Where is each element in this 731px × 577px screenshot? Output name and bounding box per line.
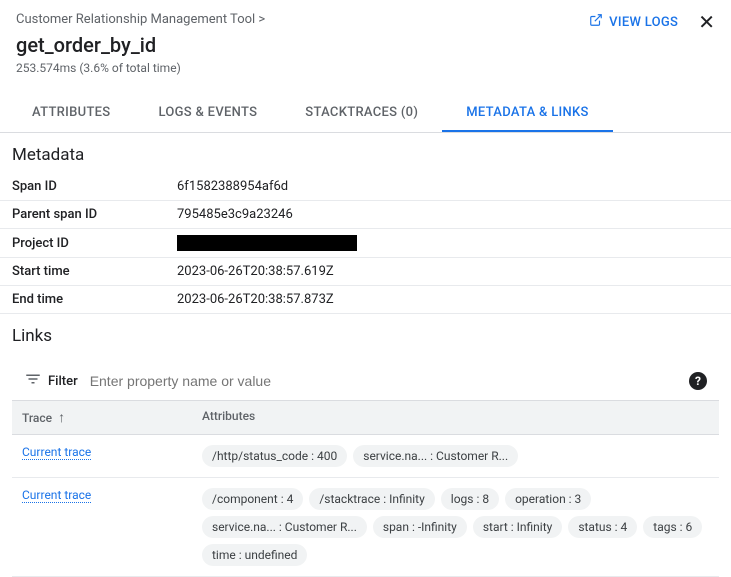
attribute-chip[interactable]: status : 4	[568, 516, 637, 538]
end-time-value: 2023-06-26T20:38:57.873Z	[165, 286, 731, 314]
attribute-chip[interactable]: service.na... : Customer R...	[353, 445, 518, 467]
links-table-header: Trace ↑ Attributes	[12, 401, 719, 435]
tab-stacktraces[interactable]: STACKTRACES (0)	[281, 95, 442, 132]
attribute-chip[interactable]: /stacktrace : Infinity	[309, 488, 434, 510]
help-icon[interactable]: ?	[689, 372, 707, 390]
links-heading: Links	[0, 314, 731, 354]
tabs: ATTRIBUTES LOGS & EVENTS STACKTRACES (0)…	[0, 95, 731, 133]
attribute-chip[interactable]: operation : 3	[505, 488, 591, 510]
table-row: Current trace/component : 4/stacktrace :…	[12, 478, 719, 577]
attributes-cell: /component : 4/stacktrace : Infinity logs…	[192, 488, 719, 566]
close-button[interactable]: ✕	[698, 12, 715, 32]
metadata-heading: Metadata	[0, 133, 731, 173]
table-row: End time 2023-06-26T20:38:57.873Z	[0, 286, 731, 314]
project-id-label: Project ID	[0, 229, 165, 258]
attribute-chip[interactable]: /http/status_code : 400	[202, 445, 347, 467]
table-row: Parent span ID 795485e3c9a23246	[0, 201, 731, 229]
table-row: Project ID	[0, 229, 731, 258]
table-row: Start time 2023-06-26T20:38:57.619Z	[0, 258, 731, 286]
close-icon: ✕	[698, 10, 715, 34]
attribute-chip[interactable]: time : undefined	[202, 544, 307, 566]
column-attributes[interactable]: Attributes	[192, 401, 719, 434]
attribute-chip[interactable]: logs : 8	[441, 488, 499, 510]
attributes-cell: /http/status_code : 400 service.na... : C…	[192, 445, 719, 467]
tab-logs-events[interactable]: LOGS & EVENTS	[134, 95, 281, 132]
attribute-chip[interactable]: tags : 6	[643, 516, 702, 538]
trace-link[interactable]: Current trace	[22, 488, 91, 503]
end-time-label: End time	[0, 286, 165, 314]
trace-link[interactable]: Current trace	[22, 445, 91, 460]
span-id-value: 6f1582388954af6d	[165, 173, 731, 201]
project-id-redacted	[177, 235, 357, 251]
filter-label-text: Filter	[48, 374, 78, 389]
attribute-chip[interactable]: span : -Infinity	[373, 516, 467, 538]
attribute-chip[interactable]: start : Infinity	[473, 516, 562, 538]
page-title: get_order_by_id	[16, 33, 715, 57]
column-trace-label: Trace	[22, 411, 52, 425]
sort-arrow-up-icon: ↑	[58, 409, 65, 426]
table-row: Current trace/http/status_code : 400 serv…	[12, 435, 719, 478]
start-time-value: 2023-06-26T20:38:57.619Z	[165, 258, 731, 286]
open-external-icon	[589, 13, 603, 31]
attribute-chip[interactable]: /component : 4	[202, 488, 303, 510]
tab-attributes[interactable]: ATTRIBUTES	[8, 95, 134, 132]
table-row: Span ID 6f1582388954af6d	[0, 173, 731, 201]
filter-label: Filter	[24, 370, 78, 392]
view-logs-label: VIEW LOGS	[609, 15, 678, 30]
parent-span-id-label: Parent span ID	[0, 201, 165, 229]
tab-metadata-links[interactable]: METADATA & LINKS	[442, 95, 613, 132]
attribute-chip[interactable]: service.na... : Customer R...	[202, 516, 367, 538]
filter-icon	[24, 370, 42, 392]
parent-span-id-value: 795485e3c9a23246	[165, 201, 731, 229]
span-id-label: Span ID	[0, 173, 165, 201]
filter-input[interactable]	[90, 373, 677, 389]
column-trace[interactable]: Trace ↑	[12, 401, 192, 434]
metadata-table: Span ID 6f1582388954af6d Parent span ID …	[0, 173, 731, 314]
start-time-label: Start time	[0, 258, 165, 286]
timing-subtitle: 253.574ms (3.6% of total time)	[16, 61, 715, 75]
view-logs-button[interactable]: VIEW LOGS	[589, 13, 678, 31]
